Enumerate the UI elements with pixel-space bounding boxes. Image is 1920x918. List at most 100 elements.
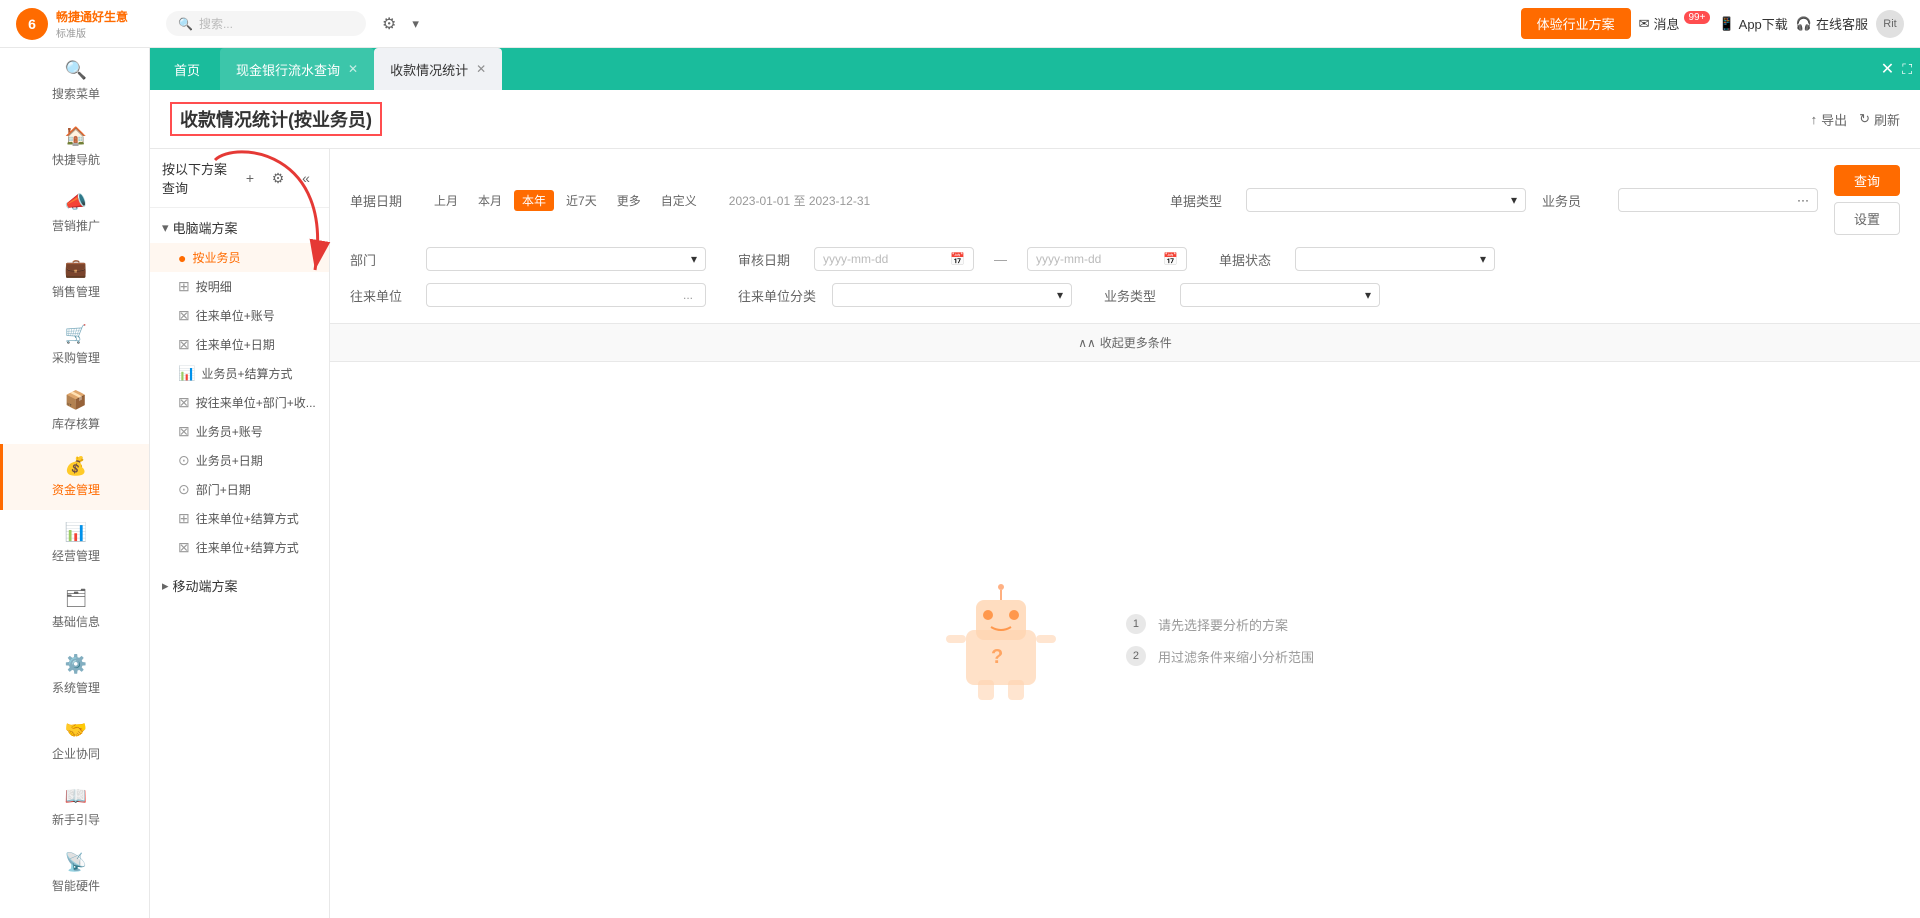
tab-bank-flow[interactable]: 现金银行流水查询 ✕ — [220, 48, 374, 90]
calendar-icon[interactable]: 📅 — [950, 252, 965, 266]
tab-home[interactable]: 首页 — [158, 48, 216, 90]
doc-type-select[interactable]: ▾ — [1246, 188, 1526, 212]
sidebar-item-cooperation[interactable]: 🤝 企业协同 — [0, 708, 149, 774]
this-year-tab[interactable]: 本年 — [514, 190, 554, 211]
button-group: 查询 设置 — [1834, 165, 1900, 235]
panel-collapse-button[interactable]: « — [295, 167, 317, 189]
right-filter-group: 单据类型 ▾ 业务员 ··· — [1170, 165, 1900, 235]
tree-item-staff-account[interactable]: ⊠ 业务员+账号 — [150, 417, 329, 446]
business-type-select[interactable]: ▾ — [1180, 283, 1380, 307]
audit-date-from[interactable]: yyyy-mm-dd 📅 — [814, 247, 974, 271]
panel-settings-button[interactable]: ⚙ — [267, 167, 289, 189]
global-search-box[interactable]: 🔍 搜索... — [166, 11, 366, 36]
user-area[interactable]: Rit — [1876, 10, 1904, 38]
audit-date-to[interactable]: yyyy-mm-dd 📅 — [1027, 247, 1187, 271]
tree-parent-mobile[interactable]: ▸ 移动端方案 — [150, 570, 329, 601]
tree-section-desktop: ▾ 电脑端方案 ● 按业务员 ⊞ 按明细 ⊠ — [150, 208, 329, 566]
last-7-tab[interactable]: 近7天 — [558, 190, 605, 211]
sidebar-item-system[interactable]: ⚙️ 系统管理 — [0, 642, 149, 708]
collection-stats-tab-label: 收款情况统计 — [390, 60, 468, 79]
tree-item-by-detail[interactable]: ⊞ 按明细 — [150, 272, 329, 301]
empty-content: ? 1 请先选择要分析的方案 2 用过滤条件来缩小分析范围 — [936, 575, 1314, 705]
tree-parent-desktop[interactable]: ▾ 电脑端方案 — [150, 212, 329, 243]
tab-collection-stats[interactable]: 收款情况统计 ✕ — [374, 48, 502, 90]
collapse-bar[interactable]: ∧∧ 收起更多条件 — [330, 324, 1920, 362]
page-area: 收款情况统计(按业务员) ↑ 导出 ↻ 刷新 按以下 — [150, 90, 1920, 918]
top-header: 6 畅捷通好生意 标准版 🔍 搜索... ⚙ ▾ 体验行业方案 ✉ 消息 99+… — [0, 0, 1920, 48]
panel-add-button[interactable]: + — [239, 167, 261, 189]
partner-dots[interactable]: ... — [683, 288, 693, 302]
sidebar-item-guide[interactable]: 📖 新手引导 — [0, 774, 149, 840]
tree-item-by-staff[interactable]: ● 按业务员 — [150, 243, 329, 272]
sidebar-item-purchase[interactable]: 🛒 采购管理 — [0, 312, 149, 378]
last-month-tab[interactable]: 上月 — [426, 190, 466, 211]
date-tabs: 上月 本月 本年 近7天 更多 自定义 — [426, 190, 705, 211]
partner-dept-icon: ⊠ — [178, 394, 190, 411]
partner-settlement2-icon: ⊠ — [178, 539, 190, 556]
dept-select[interactable]: ▾ — [426, 247, 706, 271]
dept-label: 部门 — [350, 250, 410, 269]
query-button[interactable]: 查询 — [1834, 165, 1900, 196]
finance-icon: 💰 — [65, 456, 87, 477]
bank-flow-close-icon[interactable]: ✕ — [348, 62, 358, 76]
staff-select[interactable]: ··· — [1618, 188, 1818, 212]
tree-item-dept-date[interactable]: ⊙ 部门+日期 — [150, 475, 329, 504]
page-header: 收款情况统计(按业务员) ↑ 导出 ↻ 刷新 — [150, 90, 1920, 149]
empty-area: ? 1 请先选择要分析的方案 2 用过滤条件来缩小分析范围 — [330, 362, 1920, 918]
app-download-area[interactable]: 📱 App下载 — [1718, 14, 1787, 33]
sidebar-item-operations[interactable]: 📊 经营管理 — [0, 510, 149, 576]
chevron-up-icon: ∧∧ — [1078, 336, 1096, 350]
tree-item-partner-dept[interactable]: ⊠ 按往来单位+部门+收... — [150, 388, 329, 417]
tree-item-label: 往来单位+账号 — [196, 307, 275, 324]
custom-tab[interactable]: 自定义 — [653, 190, 705, 211]
tree-item-partner-settlement1[interactable]: ⊞ 往来单位+结算方式 — [150, 504, 329, 533]
panel-header: 按以下方案查询 + ⚙ « — [150, 149, 329, 208]
tab-expand-icon[interactable]: ⛶ — [1902, 61, 1912, 78]
header-chevron-icon[interactable]: ▾ — [412, 16, 419, 32]
tree-item-label: 往来单位+结算方式 — [196, 510, 299, 527]
empty-step-1: 1 请先选择要分析的方案 — [1126, 614, 1314, 634]
sidebar-item-sales[interactable]: 💼 销售管理 — [0, 246, 149, 312]
refresh-button[interactable]: ↻ 刷新 — [1859, 110, 1900, 129]
partner-select[interactable]: ... — [426, 283, 706, 307]
tree-item-staff-date[interactable]: ⊙ 业务员+日期 — [150, 446, 329, 475]
sidebar-item-label: 快捷导航 — [52, 151, 100, 168]
doc-type-label: 单据类型 — [1170, 191, 1230, 210]
basic-icon: 🗂 — [65, 588, 88, 609]
tree-item-staff-settlement[interactable]: 📊 业务员+结算方式 — [150, 359, 329, 388]
export-button[interactable]: ↑ 导出 — [1811, 110, 1848, 129]
calendar-icon-2[interactable]: 📅 — [1163, 252, 1178, 266]
main-layout: 🔍 搜索菜单 🏠 快捷导航 📣 营销推广 💼 销售管理 🛒 采购管理 📦 库存核… — [0, 48, 1920, 918]
empty-steps: 1 请先选择要分析的方案 2 用过滤条件来缩小分析范围 — [1126, 614, 1314, 666]
service-icon: 🎧 — [1796, 16, 1812, 32]
filter-row-2: 部门 ▾ 审核日期 yyyy-mm-dd 📅 — — [350, 247, 1900, 271]
messages-area[interactable]: ✉ 消息 99+ — [1639, 14, 1711, 33]
sidebar-item-iot[interactable]: 📡 智能硬件 — [0, 840, 149, 906]
sidebar: 🔍 搜索菜单 🏠 快捷导航 📣 营销推广 💼 销售管理 🛒 采购管理 📦 库存核… — [0, 48, 150, 918]
tree-item-partner-date[interactable]: ⊠ 往来单位+日期 — [150, 330, 329, 359]
tree-item-partner-settlement2[interactable]: ⊠ 往来单位+结算方式 — [150, 533, 329, 562]
header-gear-icon[interactable]: ⚙ — [382, 14, 396, 34]
this-month-tab[interactable]: 本月 — [470, 190, 510, 211]
collection-stats-close-icon[interactable]: ✕ — [476, 62, 486, 76]
trial-button[interactable]: 体验行业方案 — [1521, 8, 1631, 39]
settings-button[interactable]: 设置 — [1834, 202, 1900, 235]
sidebar-item-basic[interactable]: 🗂 基础信息 — [0, 576, 149, 642]
partner-category-select[interactable]: ▾ — [832, 283, 1072, 307]
tree-item-label: 业务员+结算方式 — [201, 365, 292, 382]
svg-text:?: ? — [991, 646, 1003, 668]
tab-close-all-icon[interactable]: ✕ — [1881, 59, 1894, 79]
sidebar-item-quicknav[interactable]: 🏠 快捷导航 — [0, 114, 149, 180]
sidebar-item-wechat[interactable]: 💬 企业微信 — [0, 906, 149, 918]
purchase-icon: 🛒 — [65, 324, 87, 345]
sidebar-item-inventory[interactable]: 📦 库存核算 — [0, 378, 149, 444]
sidebar-item-label: 企业协同 — [52, 745, 100, 762]
online-service-area[interactable]: 🎧 在线客服 — [1796, 14, 1868, 33]
sidebar-item-search[interactable]: 🔍 搜索菜单 — [0, 48, 149, 114]
tree-item-label: 业务员+日期 — [196, 452, 263, 469]
doc-status-select[interactable]: ▾ — [1295, 247, 1495, 271]
sidebar-item-finance[interactable]: 💰 资金管理 — [0, 444, 149, 510]
tree-item-partner-account[interactable]: ⊠ 往来单位+账号 — [150, 301, 329, 330]
more-tab[interactable]: 更多 — [609, 190, 649, 211]
sidebar-item-marketing[interactable]: 📣 营销推广 — [0, 180, 149, 246]
